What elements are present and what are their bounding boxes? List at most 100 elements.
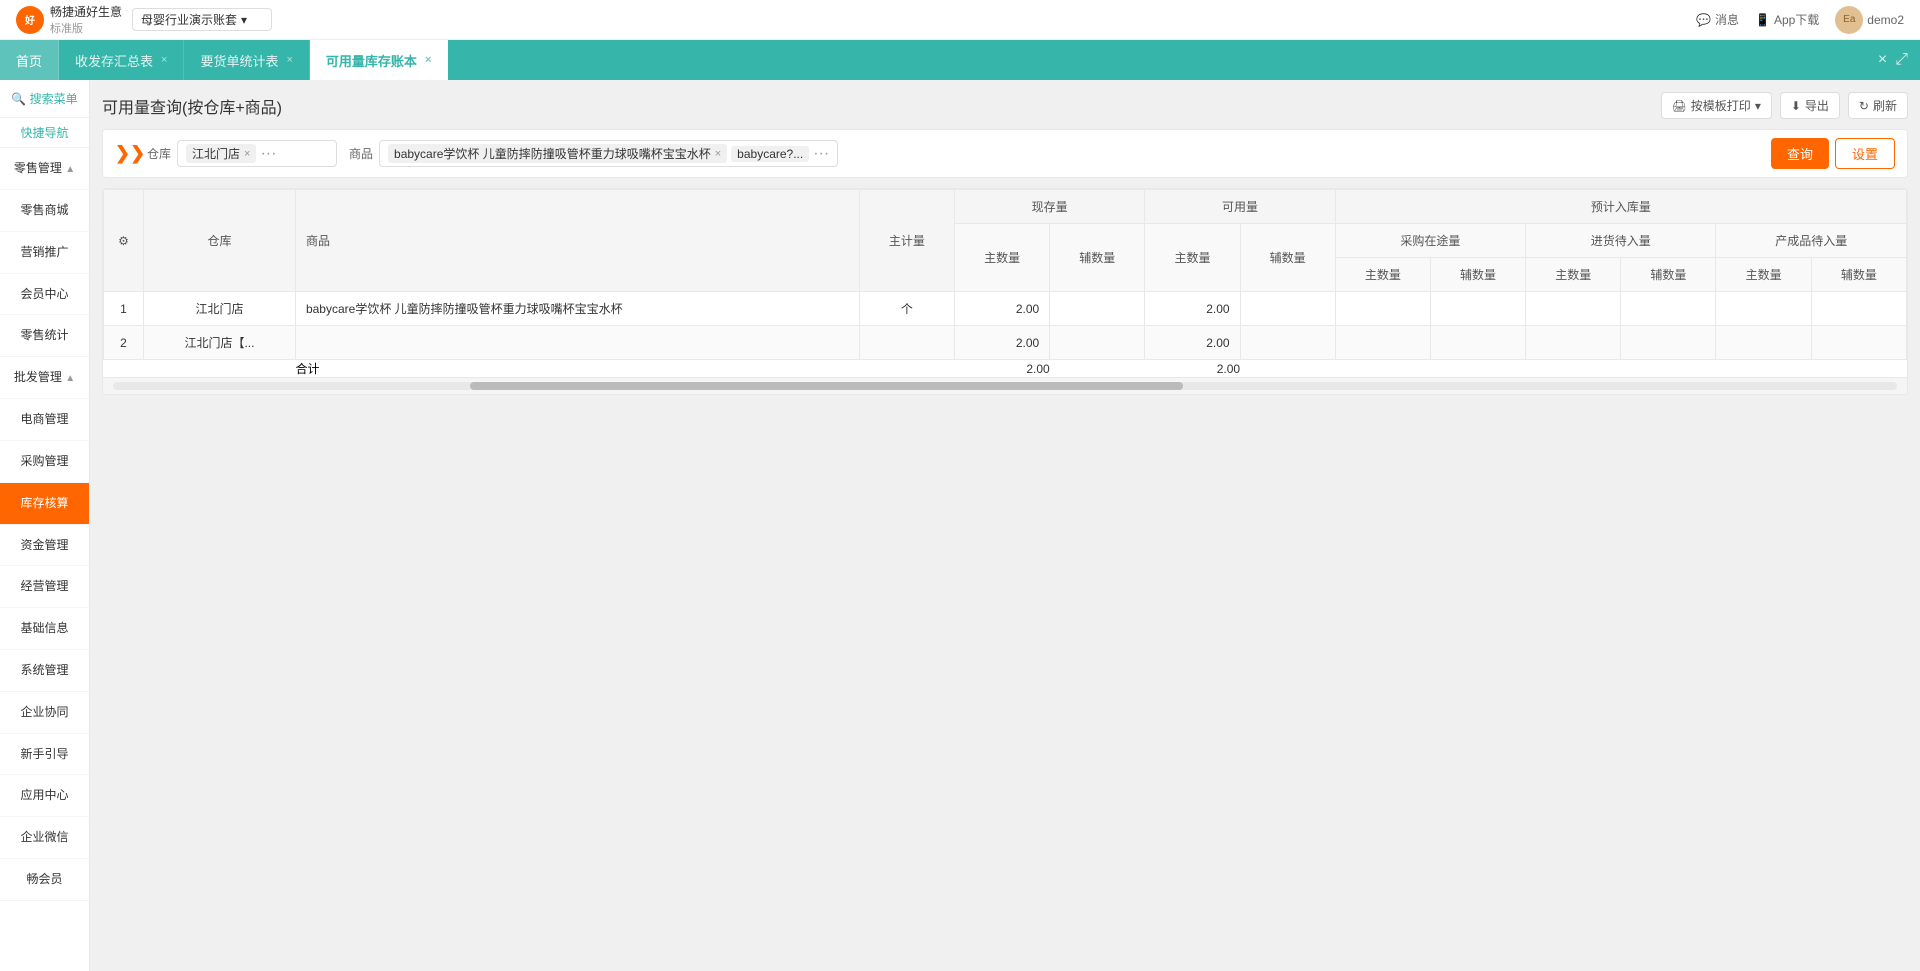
col-pr-main: 主数量	[1716, 258, 1811, 292]
tab-receipts-close[interactable]: ×	[161, 54, 167, 66]
row-stock-main: 2.00	[954, 292, 1049, 326]
col-group-available: 可用量	[1145, 190, 1335, 224]
col-avail-aux: 辅数量	[1240, 224, 1335, 292]
sidebar-item-inventory-check[interactable]: 库存核算	[0, 483, 89, 525]
filter-toggle-btn[interactable]: ❯❯	[115, 143, 135, 164]
sidebar-item-purchase[interactable]: 采购管理	[0, 441, 89, 483]
sidebar-item-basic-info[interactable]: 基础信息	[0, 608, 89, 650]
total-in-main	[1526, 360, 1621, 378]
sidebar-item-retail-stats[interactable]: 零售统计	[0, 315, 89, 357]
col-in-aux: 辅数量	[1621, 258, 1716, 292]
row-in-main-2	[1526, 326, 1621, 360]
col-avail-main: 主数量	[1145, 224, 1240, 292]
expand-arrow2-icon: ▲	[65, 373, 75, 384]
sidebar-item-enterprise[interactable]: 企业协同	[0, 692, 89, 734]
sidebar-item-members[interactable]: 会员中心	[0, 274, 89, 316]
sidebar-item-ecommerce[interactable]: 电商管理	[0, 399, 89, 441]
sidebar-item-wholesale-mgmt-label: 批发管理	[14, 370, 62, 384]
product-tag-1-remove[interactable]: ×	[715, 148, 721, 160]
warehouse-more-icon[interactable]: ···	[260, 145, 276, 163]
row-stock-main-2: 2.00	[954, 326, 1049, 360]
refresh-label: 刷新	[1873, 97, 1897, 114]
total-stock-aux	[1050, 360, 1145, 378]
warehouse-tag-remove[interactable]: ×	[244, 148, 250, 160]
message-btn[interactable]: 💬 消息	[1696, 11, 1739, 28]
sidebar-item-retail-stats-label: 零售统计	[20, 328, 68, 342]
sidebar-item-operation[interactable]: 经营管理	[0, 566, 89, 608]
sidebar-item-app-center[interactable]: 应用中心	[0, 775, 89, 817]
tab-inventory[interactable]: 可用量库存账本 ×	[310, 40, 448, 80]
user-menu[interactable]: Ea demo2	[1835, 6, 1904, 34]
tab-orders-close[interactable]: ×	[286, 54, 292, 66]
sidebar-item-vip[interactable]: 畅会员	[0, 859, 89, 901]
refresh-btn[interactable]: ↻ 刷新	[1848, 92, 1908, 119]
industry-selector[interactable]: 母婴行业演示账套 ▾	[132, 8, 272, 31]
app-download-btn[interactable]: 📱 App下载	[1755, 11, 1819, 28]
content-area: 可用量查询(按仓库+商品) 🖨 按模板打印 ▾ ⬇ 导出 ↻ 刷新	[90, 80, 1920, 971]
row-pr-main-2	[1716, 326, 1811, 360]
row-product-2	[295, 326, 859, 360]
col-settings-icon[interactable]: ⚙	[104, 190, 144, 292]
sidebar-item-marketing-label: 营销推广	[20, 245, 68, 259]
sidebar-item-newcomer[interactable]: 新手引导	[0, 734, 89, 776]
sidebar-quick-nav-label: 快捷导航	[20, 126, 68, 140]
table-row: 2 江北门店【... 2.00 2.00	[104, 326, 1907, 360]
data-table: ⚙ 仓库 商品 主计量 现存量 可用量 预计入库量 主数量 辅数量 主数量	[103, 189, 1907, 377]
warehouse-filter: 仓库 江北门店 × ···	[147, 140, 337, 167]
sidebar-item-sys-mgmt[interactable]: 系统管理	[0, 650, 89, 692]
table-footer: 合计 2.00 2.00	[104, 360, 1907, 378]
close-all-btn[interactable]: ×	[1878, 51, 1887, 69]
export-btn[interactable]: ⬇ 导出	[1780, 92, 1840, 119]
row-in-aux-2	[1621, 326, 1716, 360]
industry-label: 母婴行业演示账套	[141, 11, 237, 28]
product-more-icon[interactable]: ···	[813, 145, 829, 163]
sidebar-search[interactable]: 🔍 搜索菜单	[0, 80, 89, 118]
tab-home[interactable]: 首页	[0, 40, 59, 80]
row-warehouse-2: 江北门店【...	[144, 326, 296, 360]
tab-receipts[interactable]: 收发存汇总表 ×	[59, 40, 184, 80]
dropdown-arrow-icon: ▾	[241, 13, 247, 27]
warehouse-label: 仓库	[147, 145, 171, 162]
total-avail-aux	[1240, 360, 1335, 378]
sidebar-item-wholesale-mgmt[interactable]: 批发管理 ▲	[0, 357, 89, 399]
print-btn[interactable]: 🖨 按模板打印 ▾	[1661, 92, 1772, 119]
filter-bar: ❯❯ 仓库 江北门店 × ··· 商品 babycar	[102, 129, 1908, 178]
row-pr-main	[1716, 292, 1811, 326]
tab-home-label: 首页	[16, 51, 42, 70]
settings-btn[interactable]: 设置	[1835, 138, 1895, 169]
warehouse-tag: 江北门店 ×	[186, 144, 256, 163]
sidebar-item-finance[interactable]: 资金管理	[0, 525, 89, 567]
sidebar-item-marketing[interactable]: 营销推广	[0, 232, 89, 274]
sidebar-item-members-label: 会员中心	[20, 287, 68, 301]
maximize-btn[interactable]: ⤢	[1895, 51, 1908, 69]
col-in-main: 主数量	[1526, 258, 1621, 292]
product-tag-2-value: babycare?...	[737, 147, 803, 161]
col-group-produce: 产成品待入量	[1716, 224, 1907, 258]
sidebar-item-vip-label: 畅会员	[26, 872, 62, 886]
sidebar-item-retail-mgmt[interactable]: 零售管理 ▲	[0, 148, 89, 190]
horizontal-scrollbar[interactable]	[113, 382, 1897, 390]
sidebar-item-finance-label: 资金管理	[20, 538, 68, 552]
sidebar-item-wechat[interactable]: 企业微信	[0, 817, 89, 859]
tab-inventory-close[interactable]: ×	[425, 54, 431, 66]
tab-orders[interactable]: 要货单统计表 ×	[184, 40, 309, 80]
total-pt-main	[1335, 360, 1430, 378]
query-btn[interactable]: 查询	[1771, 138, 1829, 169]
total-in-aux	[1621, 360, 1716, 378]
col-stock-main: 主数量	[954, 224, 1049, 292]
page-actions: 🖨 按模板打印 ▾ ⬇ 导出 ↻ 刷新	[1661, 92, 1908, 119]
row-in-aux	[1621, 292, 1716, 326]
warehouse-input[interactable]: 江北门店 × ···	[177, 140, 337, 167]
product-input[interactable]: babycare学饮杯 儿童防摔防撞吸管杯重力球吸嘴杯宝宝水杯 × babyca…	[379, 140, 838, 167]
col-warehouse: 仓库	[144, 190, 296, 292]
printer-icon: 🖨	[1672, 99, 1687, 113]
page-title: 可用量查询(按仓库+商品)	[102, 94, 282, 118]
sidebar-quick-nav[interactable]: 快捷导航	[0, 118, 89, 148]
nav-controls: × ⤢	[1866, 40, 1920, 80]
row-pt-main	[1335, 292, 1430, 326]
total-label: 合计	[295, 360, 859, 378]
col-unit: 主计量	[859, 190, 954, 292]
sidebar-item-retail-mall[interactable]: 零售商城	[0, 190, 89, 232]
sidebar-item-sys-mgmt-label: 系统管理	[20, 663, 68, 677]
total-empty-1	[104, 360, 144, 378]
